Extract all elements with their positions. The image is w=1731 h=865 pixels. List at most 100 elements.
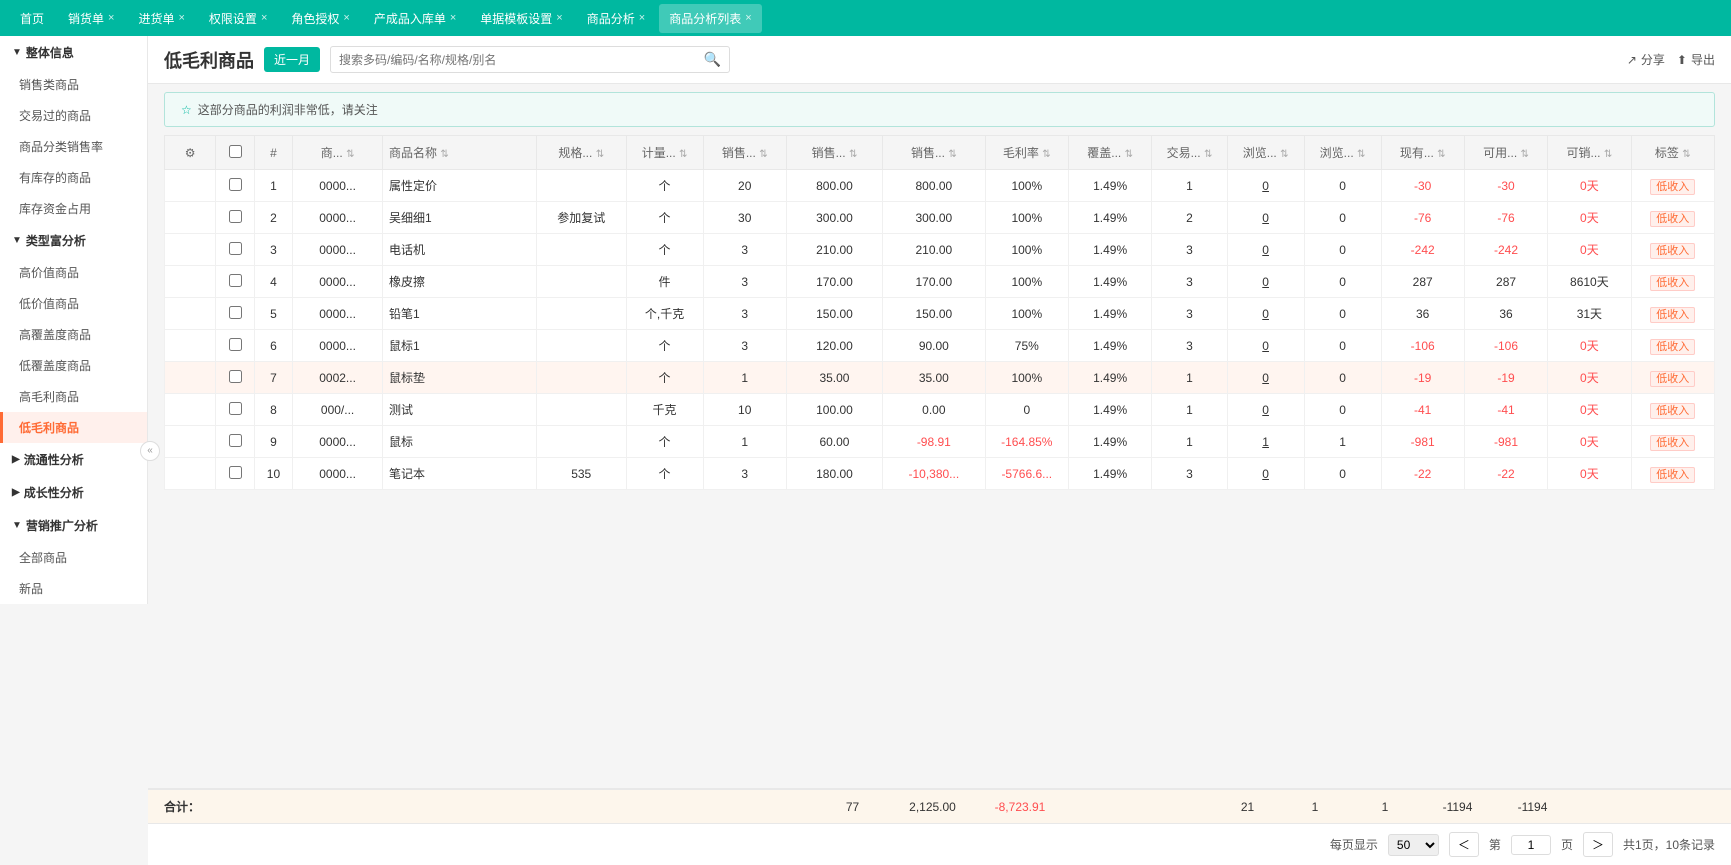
nav-template-settings[interactable]: 单据模板设置 × bbox=[470, 4, 572, 33]
select-all-checkbox[interactable] bbox=[229, 145, 242, 158]
col-stock-sale[interactable]: 可销... ⇅ bbox=[1548, 136, 1631, 170]
nav-close-storage[interactable]: × bbox=[450, 12, 456, 24]
share-button[interactable]: ↗ 分享 bbox=[1627, 51, 1665, 68]
col-settings[interactable]: ⚙ bbox=[165, 136, 216, 170]
prev-page-button[interactable]: ＜ bbox=[1449, 832, 1479, 857]
col-checkbox[interactable] bbox=[216, 136, 254, 170]
col-stock-cur[interactable]: 现有... ⇅ bbox=[1381, 136, 1464, 170]
sidebar-item-low-gross[interactable]: 低毛利商品 bbox=[0, 412, 147, 443]
cell-view1[interactable]: 1 bbox=[1227, 426, 1304, 458]
sidebar-item-category-rate[interactable]: 商品分类销售率 bbox=[0, 131, 147, 162]
col-unit[interactable]: 计量... ⇅ bbox=[626, 136, 703, 170]
cell-view1[interactable]: 0 bbox=[1227, 394, 1304, 426]
col-sale-amt[interactable]: 销售... ⇅ bbox=[786, 136, 882, 170]
search-input[interactable] bbox=[339, 53, 704, 67]
row-checkbox-1[interactable] bbox=[229, 210, 242, 223]
export-button[interactable]: ⬆ 导出 bbox=[1677, 51, 1715, 68]
cell-checkbox[interactable] bbox=[216, 266, 254, 298]
nav-purchase-order[interactable]: 进货单 × bbox=[128, 4, 194, 33]
sidebar-item-traded-goods[interactable]: 交易过的商品 bbox=[0, 100, 147, 131]
sidebar-item-stock-capital[interactable]: 库存资金占用 bbox=[0, 193, 147, 224]
cell-view1[interactable]: 0 bbox=[1227, 298, 1304, 330]
cell-stock-cur: -30 bbox=[1381, 170, 1464, 202]
search-icon[interactable]: 🔍 bbox=[704, 51, 721, 68]
col-name[interactable]: 商品名称 ⇅ bbox=[382, 136, 536, 170]
row-checkbox-9[interactable] bbox=[229, 466, 242, 479]
col-trade[interactable]: 交易... ⇅ bbox=[1152, 136, 1227, 170]
nav-close-analysis-list[interactable]: × bbox=[745, 12, 751, 24]
nav-role-auth[interactable]: 角色授权 × bbox=[281, 4, 359, 33]
cell-view1[interactable]: 0 bbox=[1227, 202, 1304, 234]
sidebar-group-circulation[interactable]: ▶ 流通性分析 bbox=[0, 443, 147, 476]
sidebar-item-low-coverage[interactable]: 低覆盖度商品 bbox=[0, 350, 147, 381]
sidebar-item-low-value[interactable]: 低价值商品 bbox=[0, 288, 147, 319]
sidebar-item-new-goods[interactable]: 新品 bbox=[0, 573, 147, 604]
cell-tag: 低收入 bbox=[1631, 458, 1714, 490]
sidebar-group-growth[interactable]: ▶ 成长性分析 bbox=[0, 476, 147, 509]
sidebar-item-stock-goods[interactable]: 有库存的商品 bbox=[0, 162, 147, 193]
sidebar-item-all-goods[interactable]: 全部商品 bbox=[0, 542, 147, 573]
next-page-button[interactable]: ＞ bbox=[1583, 832, 1613, 857]
col-spec[interactable]: 规格... ⇅ bbox=[536, 136, 626, 170]
nav-sales-order[interactable]: 销货单 × bbox=[58, 4, 124, 33]
cell-view1[interactable]: 0 bbox=[1227, 458, 1304, 490]
cell-checkbox[interactable] bbox=[216, 426, 254, 458]
nav-close-purchase[interactable]: × bbox=[178, 12, 184, 24]
nav-close-sales[interactable]: × bbox=[108, 12, 114, 24]
sidebar-item-high-coverage[interactable]: 高覆盖度商品 bbox=[0, 319, 147, 350]
per-page-select[interactable]: 50 100 200 bbox=[1388, 834, 1439, 856]
search-box[interactable]: 🔍 bbox=[330, 46, 730, 73]
date-filter-button[interactable]: 近一月 bbox=[264, 47, 320, 72]
sidebar-group-marketing[interactable]: ▼ 营销推广分析 bbox=[0, 509, 147, 542]
nav-close-permission[interactable]: × bbox=[261, 12, 267, 24]
cell-checkbox[interactable] bbox=[216, 234, 254, 266]
col-sale-profit[interactable]: 销售... ⇅ bbox=[883, 136, 986, 170]
nav-close-role[interactable]: × bbox=[343, 12, 349, 24]
cell-checkbox[interactable] bbox=[216, 394, 254, 426]
cell-view1[interactable]: 0 bbox=[1227, 330, 1304, 362]
nav-product-analysis-list[interactable]: 商品分析列表 × bbox=[659, 4, 761, 33]
col-gross-rate[interactable]: 毛利率 ⇅ bbox=[985, 136, 1068, 170]
nav-close-template[interactable]: × bbox=[556, 12, 562, 24]
row-checkbox-7[interactable] bbox=[229, 402, 242, 415]
nav-home[interactable]: 首页 bbox=[10, 4, 54, 33]
cell-checkbox[interactable] bbox=[216, 458, 254, 490]
nav-product-analysis[interactable]: 商品分析 × bbox=[577, 4, 655, 33]
sidebar-group-type[interactable]: ▼ 类型富分析 bbox=[0, 224, 147, 257]
sidebar-item-high-gross[interactable]: 高毛利商品 bbox=[0, 381, 147, 412]
cell-view1[interactable]: 0 bbox=[1227, 170, 1304, 202]
nav-close-analysis[interactable]: × bbox=[639, 12, 645, 24]
sidebar-group-overall[interactable]: ▼ 整体信息 bbox=[0, 36, 147, 69]
sidebar-item-high-value[interactable]: 高价值商品 bbox=[0, 257, 147, 288]
nav-permission-settings[interactable]: 权限设置 × bbox=[199, 4, 277, 33]
cell-view1[interactable]: 0 bbox=[1227, 362, 1304, 394]
cell-checkbox[interactable] bbox=[216, 202, 254, 234]
row-checkbox-4[interactable] bbox=[229, 306, 242, 319]
row-checkbox-6[interactable] bbox=[229, 370, 242, 383]
cell-tag: 低收入 bbox=[1631, 330, 1714, 362]
col-view1[interactable]: 浏览... ⇅ bbox=[1227, 136, 1304, 170]
cell-view1[interactable]: 0 bbox=[1227, 266, 1304, 298]
footer-view1: 1 bbox=[1285, 800, 1345, 814]
product-table-container: ⚙ # 商... ⇅ 商品名称 ⇅ 规格... ⇅ 计量... ⇅ 销售... … bbox=[148, 135, 1731, 788]
cell-checkbox[interactable] bbox=[216, 170, 254, 202]
sidebar-item-sales-goods[interactable]: 销售类商品 bbox=[0, 69, 147, 100]
row-checkbox-3[interactable] bbox=[229, 274, 242, 287]
cell-checkbox[interactable] bbox=[216, 298, 254, 330]
col-view2[interactable]: 浏览... ⇅ bbox=[1304, 136, 1381, 170]
row-checkbox-8[interactable] bbox=[229, 434, 242, 447]
nav-product-storage[interactable]: 产成品入库单 × bbox=[364, 4, 466, 33]
sidebar-collapse-button[interactable]: « bbox=[140, 441, 160, 461]
col-sale-qty[interactable]: 销售... ⇅ bbox=[703, 136, 786, 170]
col-coverage[interactable]: 覆盖... ⇅ bbox=[1068, 136, 1151, 170]
col-code[interactable]: 商... ⇅ bbox=[293, 136, 383, 170]
row-checkbox-5[interactable] bbox=[229, 338, 242, 351]
row-checkbox-2[interactable] bbox=[229, 242, 242, 255]
cell-checkbox[interactable] bbox=[216, 330, 254, 362]
cell-checkbox[interactable] bbox=[216, 362, 254, 394]
cell-view1[interactable]: 0 bbox=[1227, 234, 1304, 266]
row-checkbox-0[interactable] bbox=[229, 178, 242, 191]
col-tag[interactable]: 标签 ⇅ bbox=[1631, 136, 1714, 170]
page-number-input[interactable] bbox=[1511, 835, 1551, 855]
col-stock-avail[interactable]: 可用... ⇅ bbox=[1464, 136, 1547, 170]
